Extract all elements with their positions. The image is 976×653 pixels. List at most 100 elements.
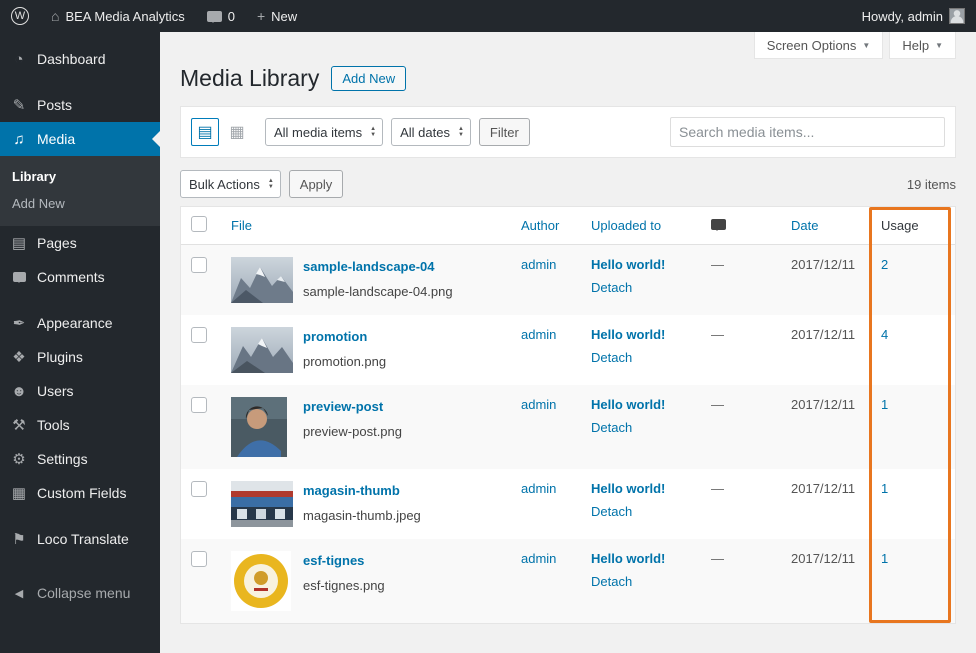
column-header-author[interactable]: Author <box>511 207 581 245</box>
grid-view-button[interactable]: ▦ <box>223 118 251 146</box>
uploaded-to-link[interactable]: Hello world! <box>591 481 691 496</box>
plugins-icon: ❖ <box>10 348 28 366</box>
sidebar-item-loco-translate[interactable]: ⚑ Loco Translate <box>0 522 160 556</box>
usage-count-link[interactable]: 1 <box>881 481 888 496</box>
date-filter-select[interactable]: All dates ▲▼ <box>391 118 471 146</box>
sidebar-item-tools[interactable]: ⚒ Tools <box>0 408 160 442</box>
search-input[interactable] <box>670 117 945 147</box>
media-submenu: Library Add New <box>0 156 160 226</box>
sidebar-item-label: Posts <box>37 97 72 113</box>
screen-options-tab[interactable]: Screen Options ▼ <box>754 32 884 59</box>
sidebar-item-appearance[interactable]: ✒ Appearance <box>0 306 160 340</box>
media-title-link[interactable]: esf-tignes <box>303 553 385 568</box>
comments-value: — <box>711 327 724 342</box>
comments-shortcut[interactable]: 0 <box>196 0 246 32</box>
thumbnail-magasin-thumb[interactable] <box>231 481 293 527</box>
sidebar-item-custom-fields[interactable]: ▦ Custom Fields <box>0 476 160 510</box>
thumbnail-promotion[interactable] <box>231 327 293 373</box>
usage-count-link[interactable]: 2 <box>881 257 888 272</box>
date-value: 2017/12/11 <box>781 469 871 539</box>
media-type-filter-select[interactable]: All media items ▲▼ <box>265 118 383 146</box>
column-header-date[interactable]: Date <box>781 207 871 245</box>
collapse-menu-button[interactable]: ◀ Collapse menu <box>0 576 160 610</box>
row-checkbox[interactable] <box>191 257 207 273</box>
usage-count-link[interactable]: 4 <box>881 327 888 342</box>
column-header-comments[interactable] <box>701 207 781 245</box>
submenu-item-add-new[interactable]: Add New <box>0 190 160 217</box>
media-table: File Author Uploaded to Date Usage <box>181 207 955 623</box>
date-value: 2017/12/11 <box>781 385 871 469</box>
date-value: 2017/12/11 <box>781 539 871 623</box>
add-new-button[interactable]: Add New <box>331 66 406 91</box>
author-link[interactable]: admin <box>521 551 556 566</box>
loco-translate-icon: ⚑ <box>10 530 28 548</box>
sidebar-item-dashboard[interactable]: ◔ Dashboard <box>0 42 160 76</box>
uploaded-to-link[interactable]: Hello world! <box>591 327 691 342</box>
media-title-link[interactable]: magasin-thumb <box>303 483 421 498</box>
row-checkbox[interactable] <box>191 551 207 567</box>
bulk-actions-select[interactable]: Bulk Actions ▲▼ <box>180 170 281 198</box>
uploaded-to-link[interactable]: Hello world! <box>591 397 691 412</box>
row-checkbox[interactable] <box>191 327 207 343</box>
comments-value: — <box>711 257 724 272</box>
media-filename: esf-tignes.png <box>303 578 385 593</box>
list-view-icon: ▤ <box>197 122 212 142</box>
comments-column-icon <box>711 219 726 230</box>
detach-link[interactable]: Detach <box>591 574 691 589</box>
comments-count: 0 <box>228 9 235 24</box>
media-filename: promotion.png <box>303 354 386 369</box>
comments-icon <box>10 269 28 286</box>
author-link[interactable]: admin <box>521 481 556 496</box>
help-label: Help <box>902 38 929 53</box>
row-checkbox[interactable] <box>191 481 207 497</box>
wordpress-menu[interactable]: W <box>0 0 40 32</box>
sidebar-item-comments[interactable]: Comments <box>0 260 160 294</box>
apply-button[interactable]: Apply <box>289 170 344 198</box>
help-tab[interactable]: Help ▼ <box>889 32 956 59</box>
filter-button[interactable]: Filter <box>479 118 530 146</box>
sidebar-item-media[interactable]: ♫ Media <box>0 122 160 156</box>
thumbnail-esf-tignes[interactable] <box>231 551 293 611</box>
list-view-button[interactable]: ▤ <box>191 118 219 146</box>
detach-link[interactable]: Detach <box>591 420 691 435</box>
table-row: preview-post preview-post.png admin Hell… <box>181 385 955 469</box>
media-title-link[interactable]: promotion <box>303 329 386 344</box>
table-header-row: File Author Uploaded to Date Usage <box>181 207 955 245</box>
author-link[interactable]: admin <box>521 327 556 342</box>
detach-link[interactable]: Detach <box>591 280 691 295</box>
uploaded-to-link[interactable]: Hello world! <box>591 551 691 566</box>
media-title-link[interactable]: preview-post <box>303 399 402 414</box>
sidebar-item-settings[interactable]: ⚙ Settings <box>0 442 160 476</box>
detach-link[interactable]: Detach <box>591 504 691 519</box>
sidebar-item-label: Plugins <box>37 349 83 365</box>
column-header-uploaded-to[interactable]: Uploaded to <box>581 207 701 245</box>
select-all-checkbox[interactable] <box>191 216 207 232</box>
collapse-arrow-icon: ◀ <box>10 587 28 600</box>
account-menu[interactable]: Howdy, admin <box>851 0 976 32</box>
table-row: promotion promotion.png admin Hello worl… <box>181 315 955 385</box>
comments-value: — <box>711 481 724 496</box>
thumbnail-preview-post[interactable] <box>231 397 293 457</box>
media-title-link[interactable]: sample-landscape-04 <box>303 259 453 274</box>
sidebar-item-pages[interactable]: ▤ Pages <box>0 226 160 260</box>
site-menu[interactable]: ⌂ BEA Media Analytics <box>40 0 196 32</box>
media-filename: sample-landscape-04.png <box>303 284 453 299</box>
sidebar-item-plugins[interactable]: ❖ Plugins <box>0 340 160 374</box>
uploaded-to-link[interactable]: Hello world! <box>591 257 691 272</box>
wordpress-logo-icon: W <box>11 7 29 25</box>
row-checkbox[interactable] <box>191 397 207 413</box>
usage-count-link[interactable]: 1 <box>881 551 888 566</box>
new-content-menu[interactable]: + New <box>246 0 308 32</box>
author-link[interactable]: admin <box>521 397 556 412</box>
thumbnail-sample-landscape-04[interactable] <box>231 257 293 303</box>
column-header-file[interactable]: File <box>221 207 511 245</box>
submenu-item-library[interactable]: Library <box>0 163 160 190</box>
detach-link[interactable]: Detach <box>591 350 691 365</box>
users-icon: ☻ <box>10 383 28 400</box>
sidebar-item-posts[interactable]: ✎ Posts <box>0 88 160 122</box>
media-table-card: File Author Uploaded to Date Usage <box>180 206 956 624</box>
filter-bar: ▤ ▦ All media items ▲▼ All dates ▲▼ Filt… <box>180 106 956 158</box>
author-link[interactable]: admin <box>521 257 556 272</box>
sidebar-item-users[interactable]: ☻ Users <box>0 374 160 408</box>
usage-count-link[interactable]: 1 <box>881 397 888 412</box>
